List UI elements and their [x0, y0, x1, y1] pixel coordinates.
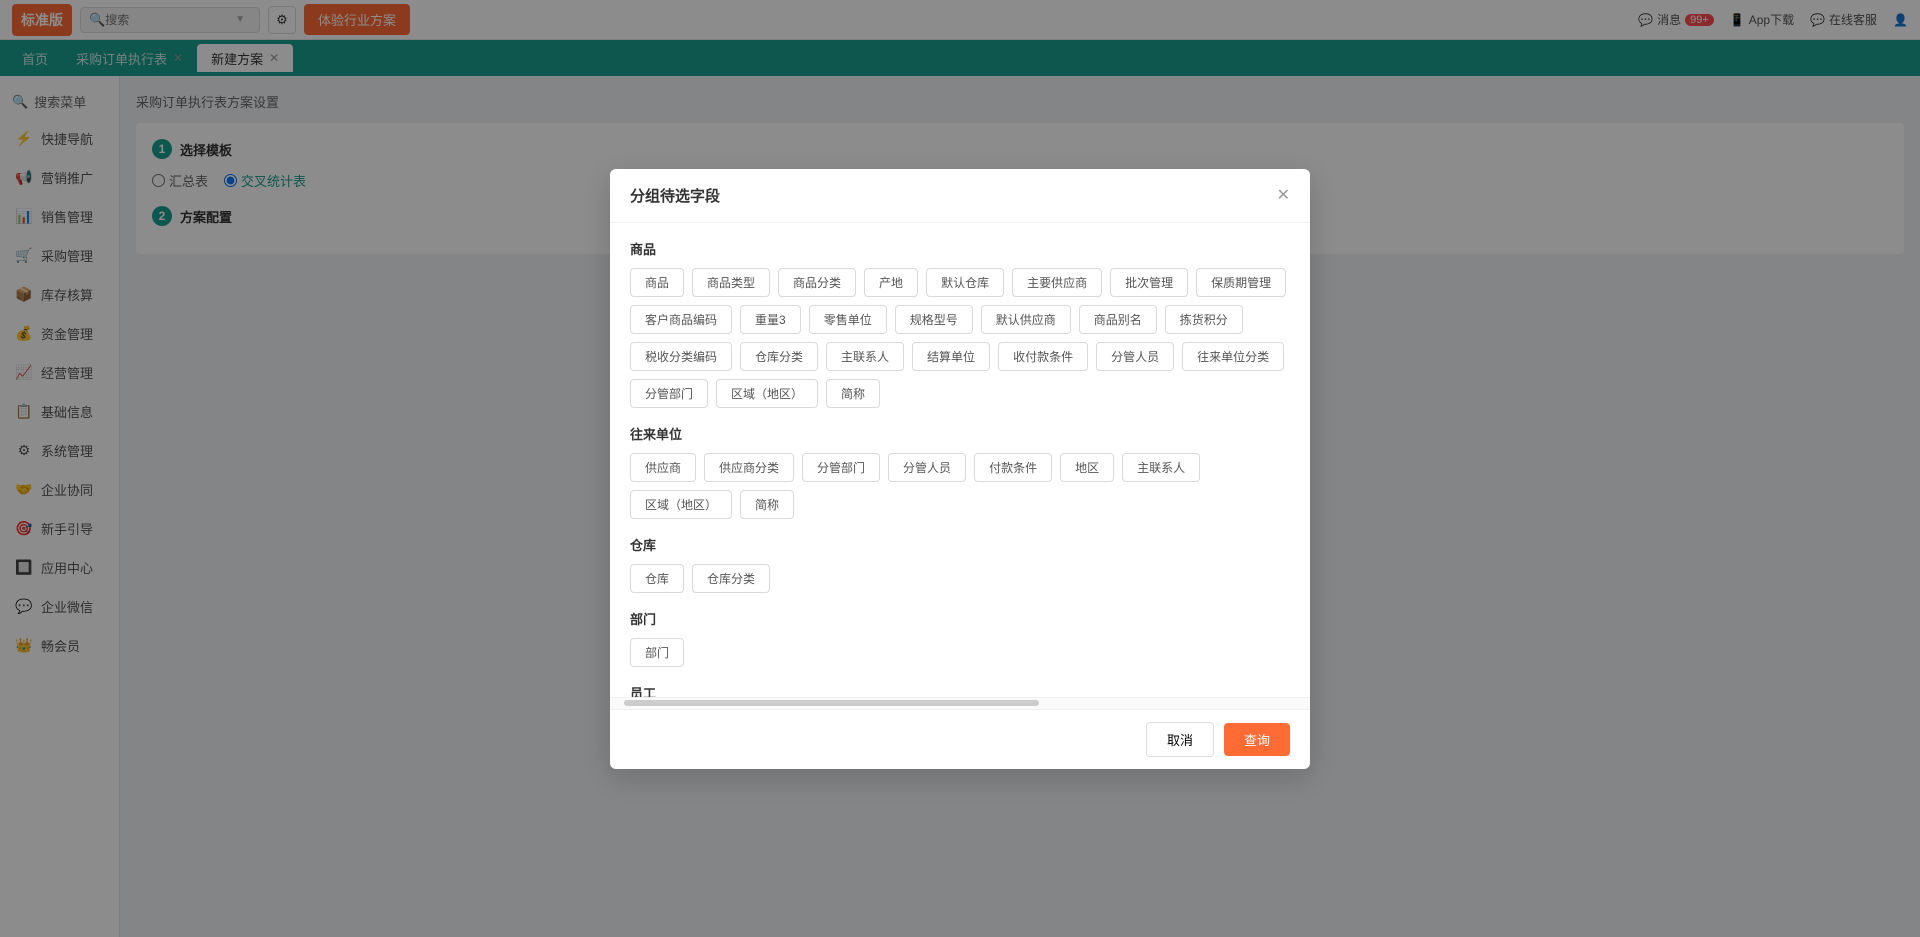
field-tag-contact[interactable]: 主联系人	[1122, 453, 1200, 482]
field-tag-payment-terms[interactable]: 收付款条件	[998, 342, 1088, 371]
field-tag-warehouse-cat[interactable]: 仓库分类	[692, 564, 770, 593]
field-tags-goods: 商品 商品类型 商品分类 产地 默认仓库 主要供应商 批次管理 保质期管理 客户…	[630, 268, 1290, 408]
field-tag-goods-type[interactable]: 商品类型	[692, 268, 770, 297]
field-group-goods: 商品 商品 商品类型 商品分类 产地 默认仓库 主要供应商 批次管理 保质期管理…	[630, 239, 1290, 408]
field-tag-weight3[interactable]: 重量3	[740, 305, 801, 334]
field-tag-default-supplier[interactable]: 默认供应商	[981, 305, 1071, 334]
field-tag-shelf-life[interactable]: 保质期管理	[1196, 268, 1286, 297]
field-tag-partner-unit[interactable]: 往来单位分类	[1182, 342, 1284, 371]
field-tag-customer-code[interactable]: 客户商品编码	[630, 305, 732, 334]
modal-header: 分组待选字段 ✕	[610, 169, 1310, 223]
field-tag-goods-name[interactable]: 商品	[630, 268, 684, 297]
group-title-department: 部门	[630, 609, 1290, 628]
modal-title: 分组待选字段	[630, 185, 720, 206]
field-tag-payment-condition[interactable]: 付款条件	[974, 453, 1052, 482]
field-tag-area[interactable]: 地区	[1060, 453, 1114, 482]
field-tags-department: 部门	[630, 638, 1290, 667]
group-title-staff: 员工	[630, 683, 1290, 697]
field-group-warehouse: 仓库 仓库 仓库分类	[630, 535, 1290, 593]
modal-footer: 取消 查询	[610, 709, 1310, 769]
group-title-partner: 往来单位	[630, 424, 1290, 443]
scrollbar-thumb	[624, 700, 1039, 706]
field-tag-retail-unit[interactable]: 零售单位	[809, 305, 887, 334]
modal-close-button[interactable]: ✕	[1277, 185, 1290, 205]
field-tag-settlement-unit[interactable]: 结算单位	[912, 342, 990, 371]
field-tag-spec-model[interactable]: 规格型号	[895, 305, 973, 334]
field-tag-batch-manage[interactable]: 批次管理	[1110, 268, 1188, 297]
modal-overlay: 分组待选字段 ✕ 商品 商品 商品类型 商品分类 产地 默认仓库 主要供应商 批…	[0, 0, 1920, 937]
field-tag-goods-category[interactable]: 商品分类	[778, 268, 856, 297]
field-tag-dept[interactable]: 部门	[630, 638, 684, 667]
field-tag-dept-manage[interactable]: 分管部门	[630, 379, 708, 408]
field-tag-main-supplier[interactable]: 主要供应商	[1012, 268, 1102, 297]
field-tag-supplier[interactable]: 供应商	[630, 453, 696, 482]
field-tag-origin[interactable]: 产地	[864, 268, 918, 297]
field-tag-manager2[interactable]: 分管人员	[888, 453, 966, 482]
field-tag-warehouse-name[interactable]: 仓库	[630, 564, 684, 593]
field-tag-tax-code[interactable]: 税收分类编码	[630, 342, 732, 371]
field-group-department: 部门 部门	[630, 609, 1290, 667]
field-tag-main-contact[interactable]: 主联系人	[826, 342, 904, 371]
field-group-partner: 往来单位 供应商 供应商分类 分管部门 分管人员 付款条件 地区 主联系人 区域…	[630, 424, 1290, 519]
confirm-button[interactable]: 查询	[1224, 723, 1290, 756]
field-tag-default-warehouse[interactable]: 默认仓库	[926, 268, 1004, 297]
field-tag-dept-manage2[interactable]: 分管部门	[802, 453, 880, 482]
field-tag-region[interactable]: 区域（地区）	[716, 379, 818, 408]
field-tag-goods-alias[interactable]: 商品别名	[1079, 305, 1157, 334]
field-tag-supplier-category[interactable]: 供应商分类	[704, 453, 794, 482]
cancel-button[interactable]: 取消	[1146, 722, 1214, 757]
field-select-modal: 分组待选字段 ✕ 商品 商品 商品类型 商品分类 产地 默认仓库 主要供应商 批…	[610, 169, 1310, 769]
group-title-warehouse: 仓库	[630, 535, 1290, 554]
field-tag-short-name2[interactable]: 简称	[740, 490, 794, 519]
field-group-staff: 员工 业务员	[630, 683, 1290, 697]
field-tag-rebate-points[interactable]: 拣货积分	[1165, 305, 1243, 334]
field-tag-short-name[interactable]: 简称	[826, 379, 880, 408]
field-tags-partner: 供应商 供应商分类 分管部门 分管人员 付款条件 地区 主联系人 区域（地区） …	[630, 453, 1290, 519]
field-tag-region2[interactable]: 区域（地区）	[630, 490, 732, 519]
modal-body: 商品 商品 商品类型 商品分类 产地 默认仓库 主要供应商 批次管理 保质期管理…	[610, 223, 1310, 697]
modal-horizontal-scrollbar[interactable]	[610, 697, 1310, 709]
field-tag-manager[interactable]: 分管人员	[1096, 342, 1174, 371]
group-title-goods: 商品	[630, 239, 1290, 258]
field-tags-warehouse: 仓库 仓库分类	[630, 564, 1290, 593]
field-tag-warehouse-category[interactable]: 仓库分类	[740, 342, 818, 371]
